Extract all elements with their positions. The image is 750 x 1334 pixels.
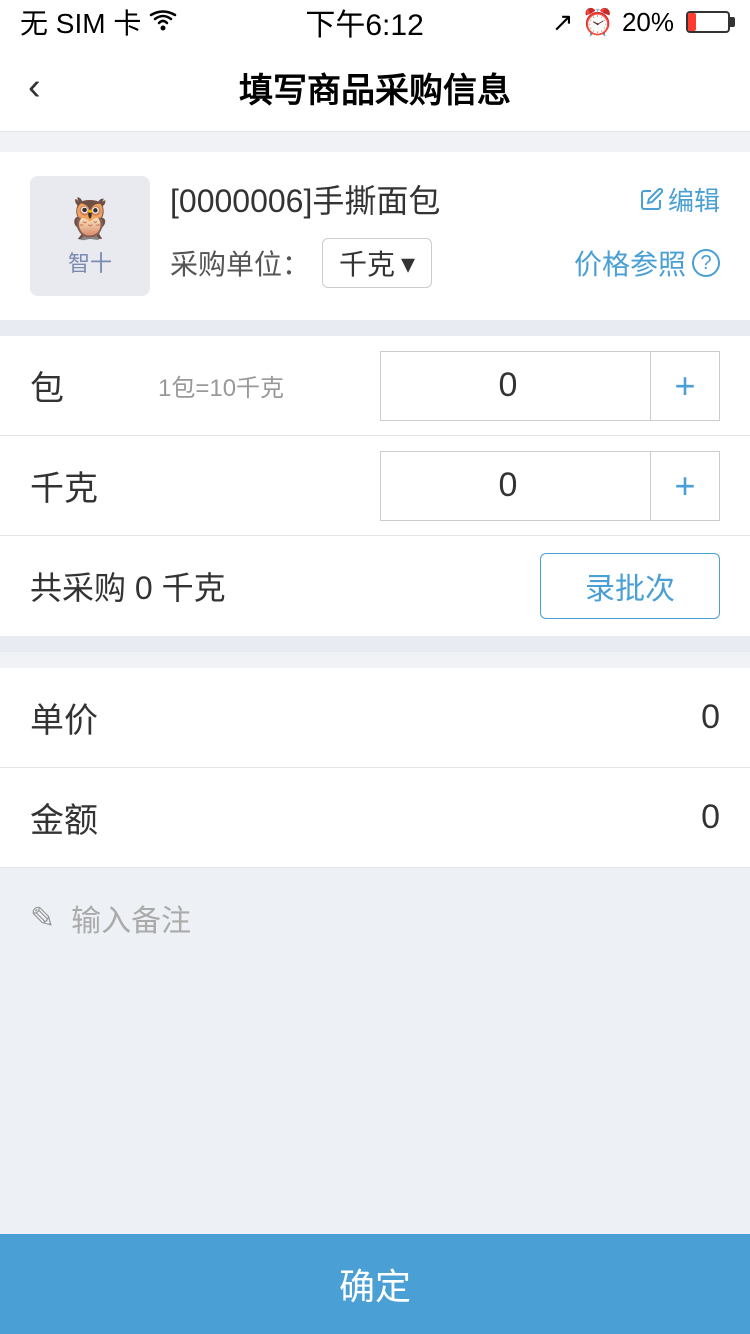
wifi-icon	[149, 6, 177, 38]
confirm-button-label: 确定	[339, 1258, 411, 1310]
summary-unit: 千克	[162, 570, 226, 606]
bag-sub-label: 1包=10千克	[158, 368, 284, 403]
price-ref-help-icon: ?	[692, 249, 720, 277]
section-divider-1	[0, 320, 750, 336]
bag-input[interactable]	[380, 351, 650, 421]
amount-label: 金额	[30, 793, 98, 842]
price-reference-button[interactable]: 价格参照 ?	[574, 243, 720, 283]
amount-value: 0	[701, 798, 720, 837]
kg-plus-button[interactable]: +	[650, 451, 720, 521]
unit-dropdown[interactable]: 千克 ▾	[322, 238, 432, 288]
notes-section[interactable]: ✎ 输入备注	[0, 868, 750, 968]
back-button[interactable]: ‹	[28, 66, 41, 109]
battery-icon	[686, 11, 730, 33]
product-logo-icon: 🦉	[65, 195, 115, 242]
pencil-icon: ✎	[30, 901, 55, 936]
unit-value: 千克	[339, 243, 395, 283]
summary-quantity: 0	[135, 570, 162, 606]
alarm-icon: ⏰	[582, 7, 614, 38]
price-ref-label: 价格参照	[574, 243, 686, 283]
amount-row: 金额 0	[0, 768, 750, 868]
page-title: 填写商品采购信息	[239, 63, 511, 112]
product-name: [0000006]手撕面包	[170, 176, 440, 222]
edit-button[interactable]: 编辑	[640, 181, 720, 218]
batch-btn-label: 录批次	[585, 564, 675, 608]
unit-selector: 采购单位： 千克 ▾	[170, 238, 432, 288]
unit-price-row: 单价 0	[0, 668, 750, 768]
summary-text: 共采购 0 千克	[30, 563, 226, 609]
section-divider-2	[0, 636, 750, 652]
batch-button[interactable]: 录批次	[540, 553, 720, 619]
bag-plus-button[interactable]: +	[650, 351, 720, 421]
kg-input[interactable]	[380, 451, 650, 521]
kg-label: 千克	[30, 461, 150, 510]
unit-price-value: 0	[701, 698, 720, 737]
bag-label: 包	[30, 361, 150, 410]
product-section: 🦉 智十 [0000006]手撕面包 编辑 采购单位： 千克 ▾	[0, 152, 750, 320]
carrier-text: 无 SIM 卡	[20, 2, 141, 42]
bag-input-row: 包 1包=10千克 +	[0, 336, 750, 436]
status-left: 无 SIM 卡	[20, 2, 177, 42]
status-time: 下午6:12	[305, 0, 423, 44]
unit-label: 采购单位：	[170, 243, 310, 283]
summary-prefix: 共采购	[30, 570, 126, 606]
product-header: [0000006]手撕面包 编辑	[170, 176, 720, 222]
battery-percent: 20%	[622, 7, 674, 38]
status-right: ↗ ⏰ 20%	[552, 7, 730, 38]
chevron-down-icon: ▾	[401, 247, 415, 280]
summary-row: 共采购 0 千克 录批次	[0, 536, 750, 636]
unit-price-label: 单价	[30, 693, 98, 742]
product-meta: 采购单位： 千克 ▾ 价格参照 ?	[170, 238, 720, 288]
input-section: 包 1包=10千克 + 千克 +	[0, 336, 750, 536]
edit-label: 编辑	[668, 181, 720, 218]
status-bar: 无 SIM 卡 下午6:12 ↗ ⏰ 20%	[0, 0, 750, 44]
confirm-button[interactable]: 确定	[0, 1234, 750, 1334]
bag-input-right: +	[284, 351, 720, 421]
kg-input-right: +	[150, 451, 720, 521]
notes-placeholder: 输入备注	[71, 896, 191, 940]
location-icon: ↗	[552, 7, 574, 38]
product-info: [0000006]手撕面包 编辑 采购单位： 千克 ▾ 价格参照 ?	[170, 176, 720, 288]
nav-bar: ‹ 填写商品采购信息	[0, 44, 750, 132]
product-brand-text: 智十	[68, 246, 112, 278]
price-info-section: 单价 0 金额 0	[0, 668, 750, 868]
product-thumbnail: 🦉 智十	[30, 176, 150, 296]
bottom-area	[0, 968, 750, 1248]
kg-input-row: 千克 +	[0, 436, 750, 536]
